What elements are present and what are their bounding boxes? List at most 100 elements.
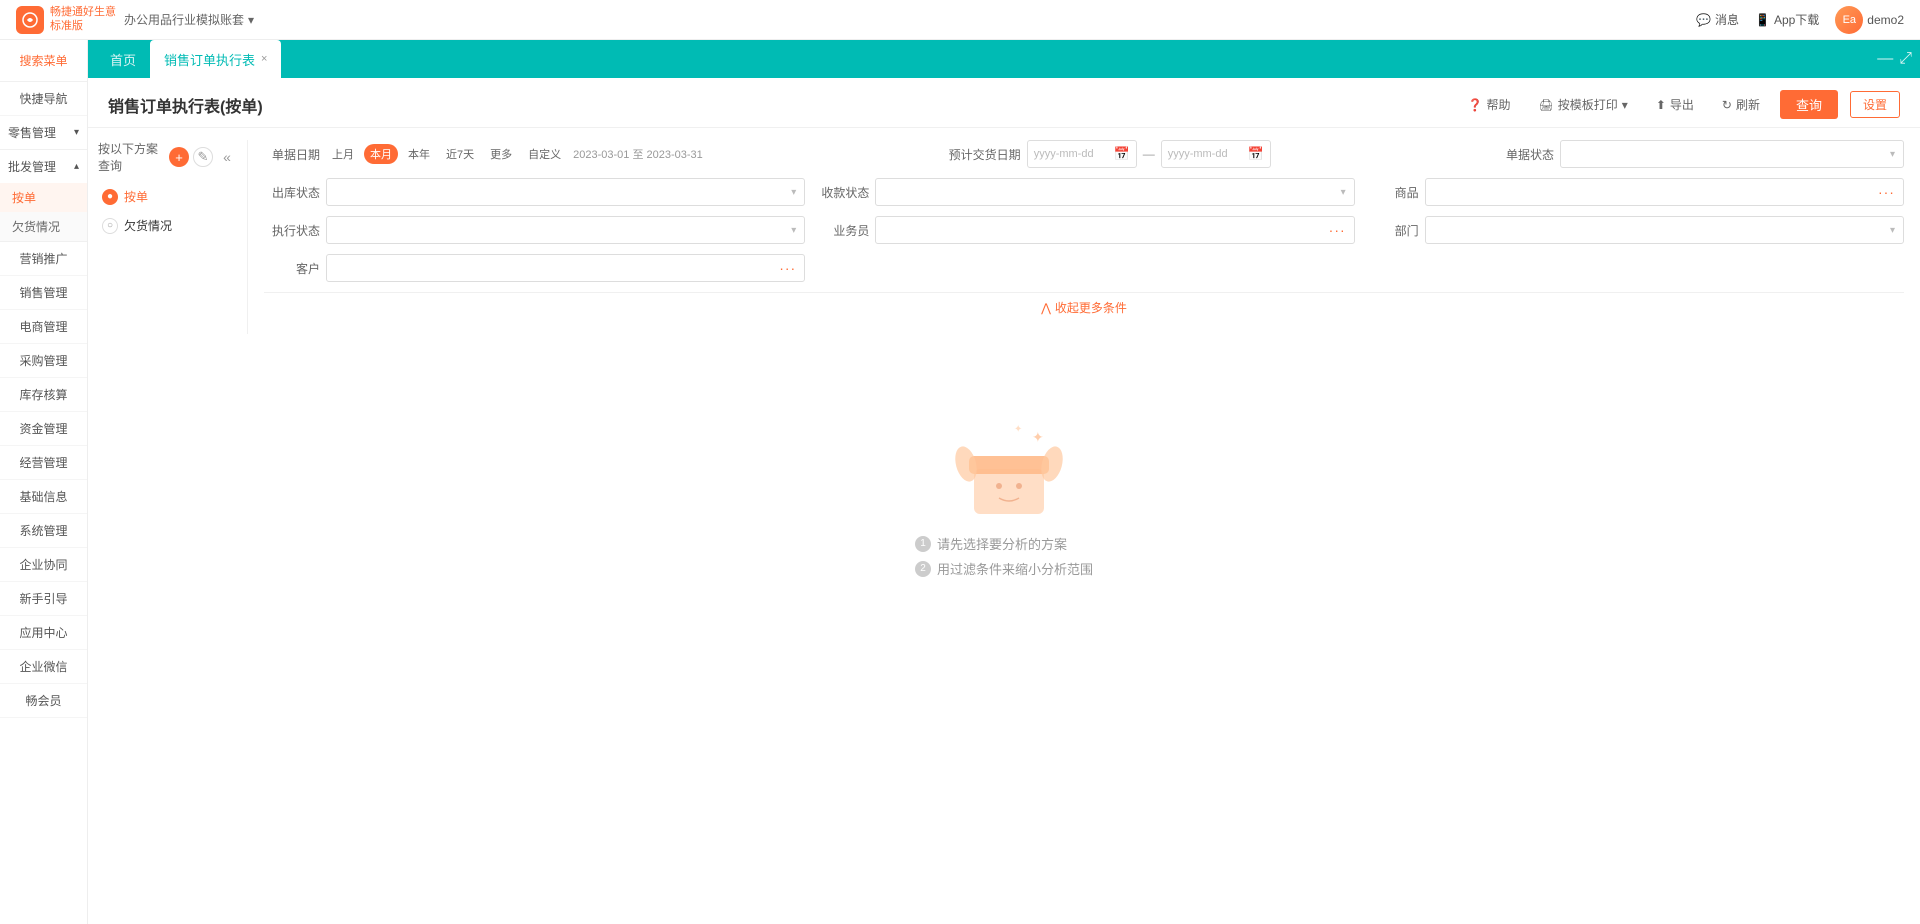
phone-icon: 📱 bbox=[1755, 13, 1770, 27]
chevron-up-icon: ▴ bbox=[74, 161, 79, 172]
tab-home[interactable]: 首页 bbox=[96, 40, 150, 78]
filter-scheme-panel: 按以下方案查询 + ✎ « ● 按单 ○ bbox=[88, 140, 248, 334]
sidebar-item-appstore[interactable]: 应用中心 bbox=[0, 616, 87, 650]
delivery-status-label: 出库状态 bbox=[264, 184, 320, 201]
avatar: Ea bbox=[1835, 6, 1863, 34]
sidebar-item-wholesale[interactable]: 批发管理 ▴ bbox=[0, 150, 87, 183]
collection-status-select[interactable]: ▾ bbox=[875, 178, 1354, 206]
doc-status-select[interactable]: ▾ bbox=[1560, 140, 1904, 168]
empty-state: ✦ ✦ 1 请先选择要分析的方案 2 用过滤条件来缩小分析范围 bbox=[88, 334, 1920, 664]
sidebar-item-newbie[interactable]: 新手引导 bbox=[0, 582, 87, 616]
sidebar-item-ecommerce[interactable]: 电商管理 bbox=[0, 310, 87, 344]
sidebar-item-quick-nav[interactable]: 快捷导航 bbox=[0, 82, 87, 116]
tab-sales-order[interactable]: 销售订单执行表 × bbox=[150, 40, 281, 78]
sidebar: 搜索菜单 快捷导航 零售管理 ▾ 批发管理 ▴ 按单 欠货情况 营销推广 销售管… bbox=[0, 40, 88, 924]
filter-scheme-title: 按以下方案查询 + ✎ « bbox=[98, 140, 237, 174]
chevron-down-icon: ▾ bbox=[74, 127, 79, 138]
query-button[interactable]: 查询 bbox=[1780, 90, 1838, 119]
customer-group: 客户 ··· bbox=[264, 254, 805, 282]
collapse-row: ⋀ 收起更多条件 bbox=[264, 292, 1904, 322]
export-button[interactable]: ⬆ 导出 bbox=[1648, 92, 1702, 117]
content-area: 首页 销售订单执行表 × — ⤢ 销售订单执行表(按单) ❓ 帮助 bbox=[88, 40, 1920, 924]
step-2-badge: 2 bbox=[915, 561, 931, 577]
sidebar-item-sales[interactable]: 销售管理 bbox=[0, 276, 87, 310]
page-content: 销售订单执行表(按单) ❓ 帮助 🖨 按模板打印 ▾ ⬆ bbox=[88, 78, 1920, 924]
svg-text:✦: ✦ bbox=[1032, 429, 1044, 445]
filter-row-1: 单据日期 上月 本月 本年 近7天 更多 自定义 2023-03-01 至 20… bbox=[264, 140, 1904, 168]
customer-input[interactable]: ··· bbox=[326, 254, 805, 282]
delivery-to-input[interactable]: yyyy-mm-dd 📅 bbox=[1161, 140, 1271, 168]
collection-status-group: 收款状态 ▾ bbox=[813, 178, 1354, 206]
sidebar-item-basic[interactable]: 基础信息 bbox=[0, 480, 87, 514]
chevron-down-icon: ▾ bbox=[1890, 225, 1895, 236]
message-button[interactable]: 💬 消息 bbox=[1696, 11, 1739, 28]
sidebar-item-member[interactable]: 畅会员 bbox=[0, 684, 87, 718]
breadcrumb[interactable]: 办公用品行业模拟账套 ▾ bbox=[124, 11, 254, 28]
sidebar-item-marketing[interactable]: 营销推广 bbox=[0, 242, 87, 276]
customer-label: 客户 bbox=[264, 260, 320, 277]
last7-button[interactable]: 近7天 bbox=[440, 144, 480, 164]
collapse-window-button[interactable]: — bbox=[1877, 50, 1893, 68]
sidebar-search-area: 搜索菜单 bbox=[0, 40, 87, 82]
scheme-item-欠货情况[interactable]: ○ 欠货情况 bbox=[98, 211, 237, 240]
sidebar-item-inventory[interactable]: 库存核算 bbox=[0, 378, 87, 412]
sidebar-item-system[interactable]: 系统管理 bbox=[0, 514, 87, 548]
template-print-button[interactable]: 🖨 按模板打印 ▾ bbox=[1531, 92, 1636, 117]
collapse-scheme-button[interactable]: « bbox=[217, 147, 237, 167]
sidebar-item-欠货情况[interactable]: 欠货情况 bbox=[0, 212, 87, 241]
sidebar-item-wechat[interactable]: 企业微信 bbox=[0, 650, 87, 684]
scheme-actions: + ✎ « bbox=[169, 147, 237, 167]
salesperson-input[interactable]: ··· bbox=[875, 216, 1354, 244]
this-year-button[interactable]: 本年 bbox=[402, 144, 436, 164]
exec-status-select[interactable]: ▾ bbox=[326, 216, 805, 244]
help-button[interactable]: ❓ 帮助 bbox=[1460, 92, 1519, 117]
tab-close-button[interactable]: × bbox=[261, 54, 267, 65]
tab-controls: — ⤢ bbox=[1877, 50, 1912, 68]
chevron-down-icon: ▾ bbox=[1341, 187, 1346, 198]
custom-button[interactable]: 自定义 bbox=[522, 144, 567, 164]
empty-text: 1 请先选择要分析的方案 2 用过滤条件来缩小分析范围 bbox=[915, 534, 1093, 584]
add-scheme-button[interactable]: + bbox=[169, 147, 189, 167]
this-month-button[interactable]: 本月 bbox=[364, 144, 398, 164]
scheme-item-按单[interactable]: ● 按单 bbox=[98, 182, 237, 211]
filter-row-2: 出库状态 ▾ 收款状态 ▾ bbox=[264, 178, 1904, 206]
date-separator: — bbox=[1143, 147, 1155, 161]
collection-status-label: 收款状态 bbox=[813, 184, 869, 201]
settings-button[interactable]: 设置 bbox=[1850, 91, 1900, 118]
goods-group: 商品 ··· bbox=[1363, 178, 1904, 206]
refresh-button[interactable]: ↻ 刷新 bbox=[1714, 92, 1768, 117]
search-menu-button[interactable]: 搜索菜单 bbox=[6, 48, 81, 73]
more-button[interactable]: 更多 bbox=[484, 144, 518, 164]
help-icon: ❓ bbox=[1468, 98, 1483, 112]
more-icon-salesperson: ··· bbox=[1329, 222, 1346, 238]
goods-input[interactable]: ··· bbox=[1425, 178, 1904, 206]
sidebar-item-operation[interactable]: 经营管理 bbox=[0, 446, 87, 480]
goods-label: 商品 bbox=[1363, 184, 1419, 201]
sidebar-item-enterprise[interactable]: 企业协同 bbox=[0, 548, 87, 582]
chevron-down-icon: ▾ bbox=[1622, 98, 1628, 112]
collapse-conditions-button[interactable]: ⋀ 收起更多条件 bbox=[1041, 299, 1127, 316]
maximize-window-button[interactable]: ⤢ bbox=[1899, 50, 1912, 68]
sidebar-item-finance[interactable]: 资金管理 bbox=[0, 412, 87, 446]
user-menu-button[interactable]: Ea demo2 bbox=[1835, 6, 1904, 34]
app-download-button[interactable]: 📱 App下载 bbox=[1755, 11, 1819, 28]
sidebar-item-purchase[interactable]: 采购管理 bbox=[0, 344, 87, 378]
empty-illustration: ✦ ✦ bbox=[954, 414, 1054, 514]
delivery-status-select[interactable]: ▾ bbox=[326, 178, 805, 206]
doc-date-group: 单据日期 上月 本月 本年 近7天 更多 自定义 2023-03-01 至 20… bbox=[264, 144, 941, 164]
header-left: 畅捷通好生意 标准版 办公用品行业模拟账套 ▾ bbox=[16, 6, 254, 34]
sidebar-item-retail[interactable]: 零售管理 ▾ bbox=[0, 116, 87, 149]
logo-text: 畅捷通好生意 标准版 bbox=[50, 6, 116, 32]
last-month-button[interactable]: 上月 bbox=[326, 144, 360, 164]
delivery-from-input[interactable]: yyyy-mm-dd 📅 bbox=[1027, 140, 1137, 168]
step-1-badge: 1 bbox=[915, 536, 931, 552]
delivery-status-group: 出库状态 ▾ bbox=[264, 178, 805, 206]
dept-select[interactable]: ▾ bbox=[1425, 216, 1904, 244]
sidebar-item-按单[interactable]: 按单 bbox=[0, 183, 87, 212]
edit-scheme-button[interactable]: ✎ bbox=[193, 147, 213, 167]
header-right: 💬 消息 📱 App下载 Ea demo2 bbox=[1696, 6, 1904, 34]
scheme-active-icon: ● bbox=[102, 189, 118, 205]
export-icon: ⬆ bbox=[1656, 98, 1666, 112]
refresh-icon: ↻ bbox=[1722, 98, 1732, 112]
dept-label: 部门 bbox=[1363, 222, 1419, 239]
